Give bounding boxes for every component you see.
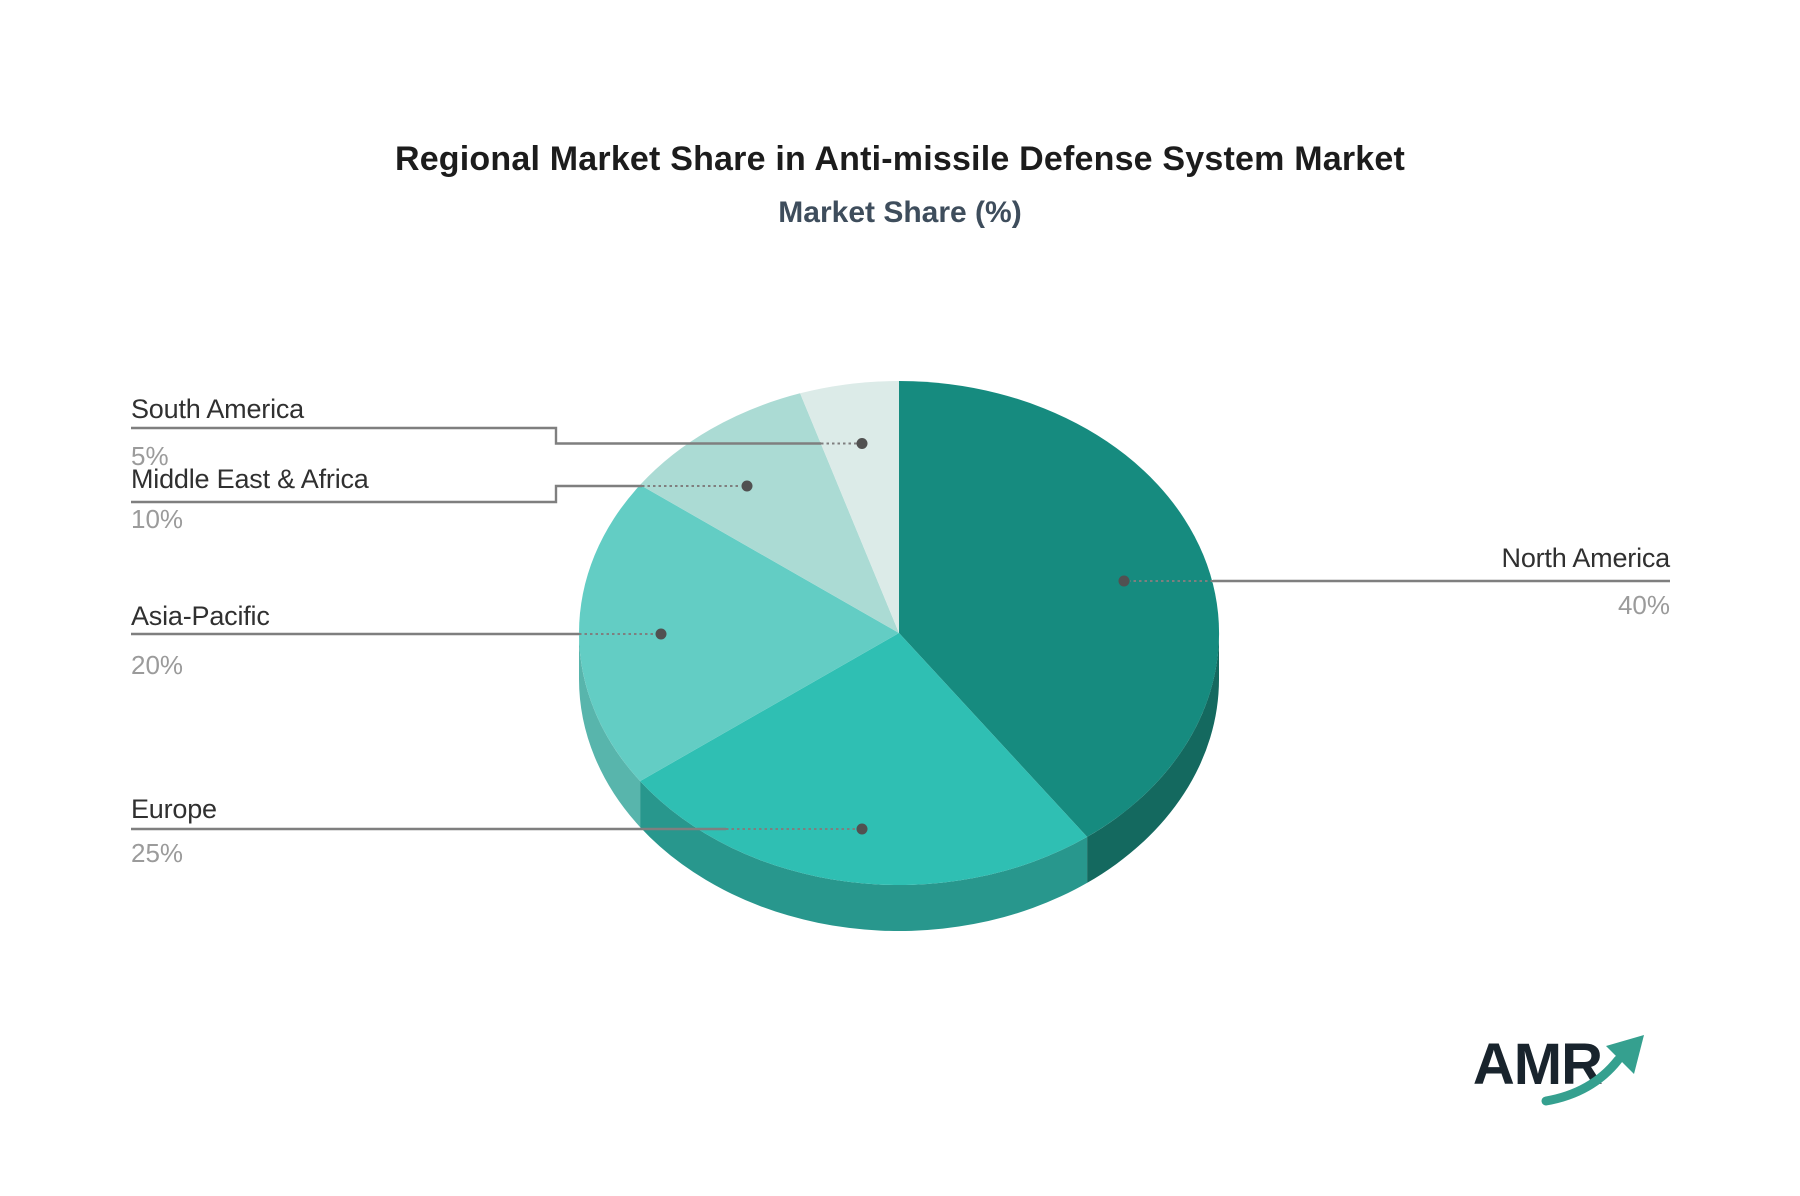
callout-label-europe: Europe — [131, 794, 217, 825]
pie-chart-canvas — [0, 0, 1800, 1196]
leader-dot-south-america — [857, 438, 868, 449]
callout-label-asia-pacific: Asia-Pacific — [131, 601, 270, 632]
callout-value-middle-east-africa: 10% — [131, 505, 183, 535]
callout-label-middle-east-africa: Middle East & Africa — [131, 464, 369, 495]
callout-value-asia-pacific: 20% — [131, 651, 183, 681]
leader-dot-europe — [857, 824, 868, 835]
leader-dot-asia-pacific — [656, 629, 667, 640]
callout-value-north-america: 40% — [1618, 591, 1670, 621]
callout-label-north-america: North America — [1502, 543, 1670, 574]
amr-logo-arrow-icon — [1538, 1030, 1656, 1110]
chart-page: Regional Market Share in Anti-missile De… — [0, 0, 1800, 1196]
leader-dot-middle-east-africa — [742, 481, 753, 492]
leader-dot-north-america — [1119, 576, 1130, 587]
callout-label-south-america: South America — [131, 394, 304, 425]
callout-value-europe: 25% — [131, 839, 183, 869]
